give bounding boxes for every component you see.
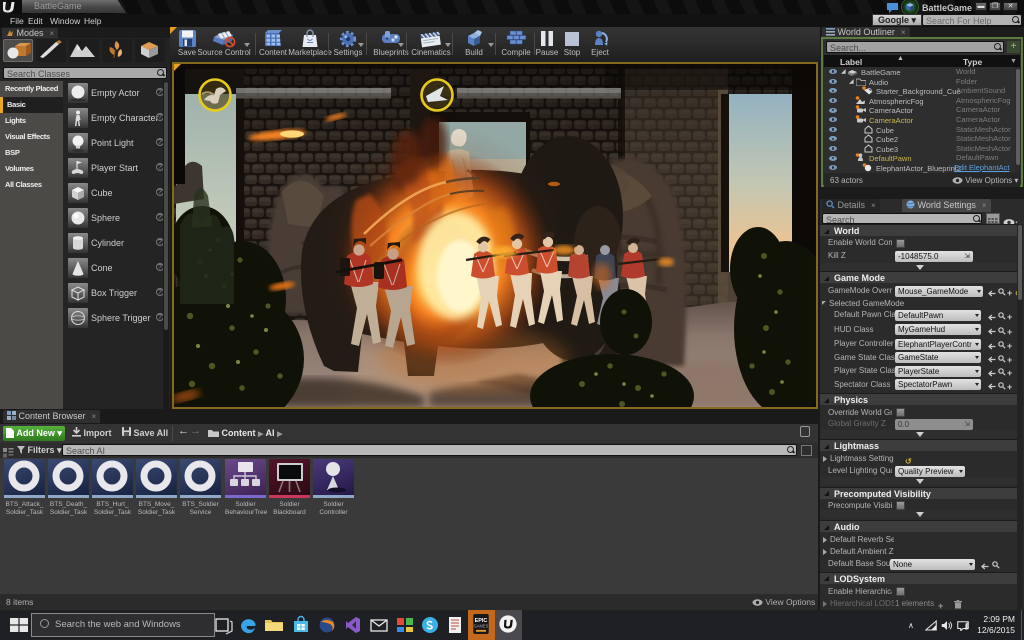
svg-text:GAMES: GAMES bbox=[474, 624, 489, 629]
